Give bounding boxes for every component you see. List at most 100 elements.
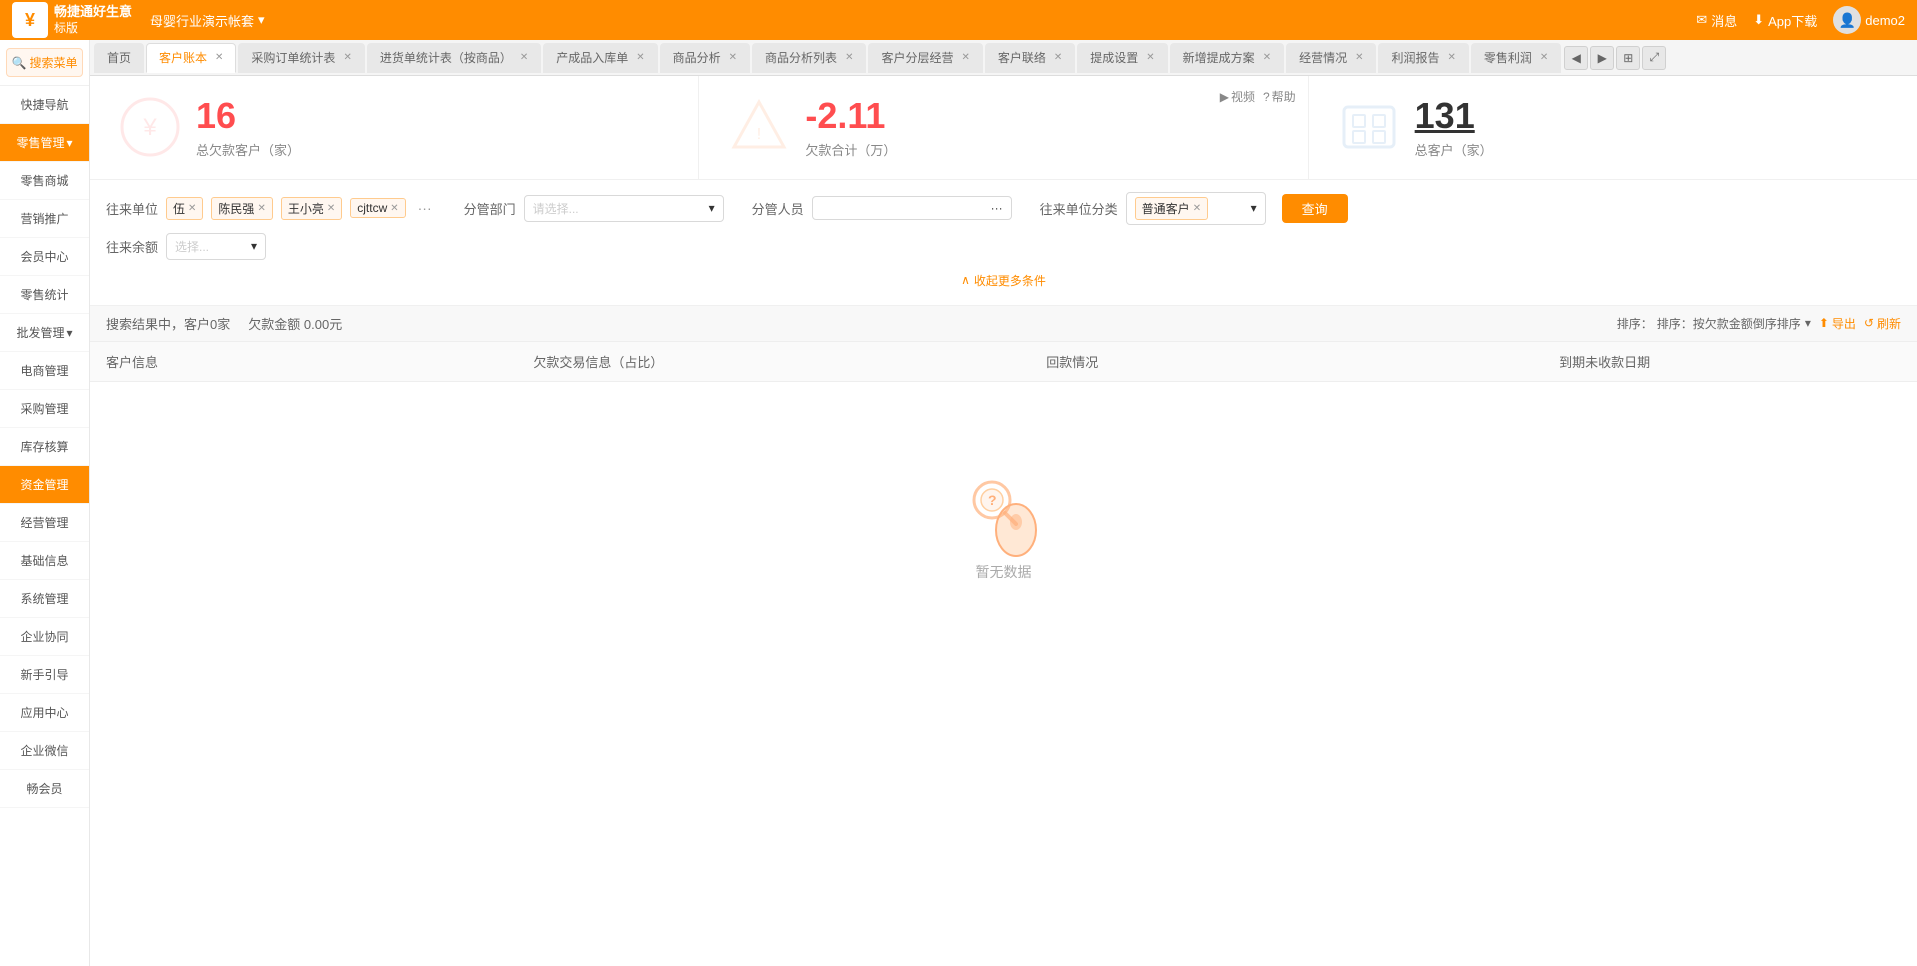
filter-tag-t4[interactable]: cjttcw ✕ xyxy=(350,198,405,218)
sidebar-item-ecommerce[interactable]: 电商管理 xyxy=(0,352,89,390)
tab-fullscreen-button[interactable]: ⤢ xyxy=(1642,46,1666,70)
search-menu-button[interactable]: 🔍 搜索菜单 xyxy=(6,48,83,77)
svg-text:?: ? xyxy=(988,492,997,508)
logo-text: 畅捷通好生意 标版 xyxy=(54,4,132,36)
remove-unit-type[interactable]: ✕ xyxy=(1193,203,1201,214)
filter-more-btn[interactable]: ··· xyxy=(414,198,436,218)
manual-help-button[interactable]: ? 帮助 xyxy=(1263,88,1296,105)
tab-close-customer-debt[interactable]: ✕ xyxy=(215,52,223,63)
sidebar-item-collab[interactable]: 企业协同 xyxy=(0,618,89,656)
video-help-button[interactable]: ▶ 视频 xyxy=(1220,88,1255,105)
tab-new-promotion[interactable]: 新增提成方案 ✕ xyxy=(1170,43,1284,73)
logo-icon: ¥ xyxy=(12,2,48,38)
sidebar-item-newbie[interactable]: 新手引导 xyxy=(0,656,89,694)
chevron-icon: ▾ xyxy=(66,326,72,340)
sidebar-item-inventory[interactable]: 库存核算 xyxy=(0,428,89,466)
tab-product-analysis[interactable]: 商品分析 ✕ xyxy=(660,43,750,73)
app-download-button[interactable]: ⬇ App下载 xyxy=(1753,11,1817,30)
remove-tag-t1[interactable]: ✕ xyxy=(188,203,196,214)
refresh-button[interactable]: ↺ 刷新 xyxy=(1864,315,1901,332)
query-button[interactable]: 查询 xyxy=(1282,194,1348,223)
tab-prev-button[interactable]: ◀ xyxy=(1564,46,1588,70)
tab-close-product-inbound[interactable]: ✕ xyxy=(636,52,644,63)
sidebar-item-system[interactable]: 系统管理 xyxy=(0,580,89,618)
sidebar-item-ops[interactable]: 经营管理 xyxy=(0,504,89,542)
sidebar-item-basic[interactable]: 基础信息 xyxy=(0,542,89,580)
sidebar-item-finance[interactable]: 资金管理 xyxy=(0,466,89,504)
user-menu[interactable]: 👤 demo2 xyxy=(1833,6,1905,34)
sidebar-item-retail[interactable]: 零售管理 ▾ xyxy=(0,124,89,162)
tab-close-business-overview[interactable]: ✕ xyxy=(1355,52,1363,63)
unit-type-filter-label: 往来单位分类 xyxy=(1040,199,1118,218)
sidebar-item-purchase[interactable]: 采购管理 xyxy=(0,390,89,428)
remove-tag-t2[interactable]: ✕ xyxy=(257,203,265,214)
sidebar-item-appcenter[interactable]: 应用中心 xyxy=(0,694,89,732)
sidebar-item-retail-stats[interactable]: 零售统计 xyxy=(0,276,89,314)
person-filter-label: 分管人员 xyxy=(752,199,804,218)
tab-product-analysis-list[interactable]: 商品分析列表 ✕ xyxy=(752,43,866,73)
summary-card-debt-total: ! -2.11 欠款合计（万） ▶ 视频 xyxy=(699,76,1308,179)
tab-purchase-order[interactable]: 采购订单统计表 ✕ xyxy=(238,43,364,73)
tab-customer-contact[interactable]: 客户联络 ✕ xyxy=(985,43,1075,73)
sidebar-item-member[interactable]: 会员中心 xyxy=(0,238,89,276)
export-button[interactable]: ⬆ 导出 xyxy=(1819,315,1856,332)
store-selector[interactable]: 母婴行业演示帐套 ▾ xyxy=(150,11,265,30)
tab-next-button[interactable]: ▶ xyxy=(1590,46,1614,70)
summary-card-debt-customers: ¥ 16 总欠款客户（家） xyxy=(90,76,699,179)
filter-tag-t3[interactable]: 王小亮 ✕ xyxy=(281,197,342,220)
col-header-date: 到期未收款日期 xyxy=(1559,352,1901,371)
filter-tag-t2[interactable]: 陈民强 ✕ xyxy=(211,197,272,220)
chevron-down-icon: ▾ xyxy=(1805,316,1811,330)
sidebar-item-retail-mall[interactable]: 零售商城 xyxy=(0,162,89,200)
person-select[interactable]: ··· xyxy=(812,196,1012,220)
tab-profit-report[interactable]: 利润报告 ✕ xyxy=(1378,43,1468,73)
sort-select[interactable]: 排序： 排序：按欠款金额倒序排序 ▾ xyxy=(1617,315,1811,332)
tab-close-profit-report[interactable]: ✕ xyxy=(1448,52,1456,63)
tab-close-new-promotion[interactable]: ✕ xyxy=(1263,52,1271,63)
svg-text:¥: ¥ xyxy=(142,114,157,141)
tab-close-customer-segment[interactable]: ✕ xyxy=(961,52,969,63)
result-actions: 排序： 排序：按欠款金额倒序排序 ▾ ⬆ 导出 ↺ 刷新 xyxy=(1617,315,1901,332)
tab-menu-button[interactable]: ⊞ xyxy=(1616,46,1640,70)
balance-select[interactable]: 选择... ▾ xyxy=(166,233,266,260)
download-icon: ⬇ xyxy=(1753,12,1764,28)
tab-customer-segment[interactable]: 客户分层经营 ✕ xyxy=(868,43,982,73)
sidebar-item-wholesale[interactable]: 批发管理 ▾ xyxy=(0,314,89,352)
tab-promotion-settings[interactable]: 提成设置 ✕ xyxy=(1077,43,1167,73)
sidebar-item-wecom[interactable]: 企业微信 xyxy=(0,732,89,770)
logo: ¥ 畅捷通好生意 标版 xyxy=(12,2,132,38)
sidebar-item-quicknav[interactable]: 快捷导航 xyxy=(0,86,89,124)
summary-card-total-customers: 131 总客户（家） xyxy=(1309,76,1917,179)
tab-customer-debt[interactable]: 客户账本 ✕ xyxy=(146,43,236,73)
empty-state: ? 暂无数据 xyxy=(90,382,1917,662)
result-bar: 搜索结果中，客户0家 欠款金额 0.00元 排序： 排序：按欠款金额倒序排序 ▾… xyxy=(90,306,1917,342)
dept-select[interactable]: 请选择... ▾ xyxy=(524,195,724,222)
result-info: 搜索结果中，客户0家 欠款金额 0.00元 xyxy=(106,314,342,333)
tab-home[interactable]: 首页 xyxy=(94,43,144,73)
data-table: 客户信息 欠款交易信息（占比） 回款情况 到期未收款日期 xyxy=(90,342,1917,662)
sidebar-item-vip[interactable]: 畅会员 xyxy=(0,770,89,808)
card-icon-debt: ¥ xyxy=(120,97,180,157)
unit-filter-label: 往来单位 xyxy=(106,199,158,218)
filter-tag-t1[interactable]: 伍 ✕ xyxy=(166,197,203,220)
remove-tag-t4[interactable]: ✕ xyxy=(390,203,398,214)
summary-cards: ¥ 16 总欠款客户（家） ! xyxy=(90,76,1917,180)
collapse-button[interactable]: ∧ 收起更多条件 xyxy=(106,268,1901,293)
tab-close-customer-contact[interactable]: ✕ xyxy=(1054,52,1062,63)
tab-close-product-analysis[interactable]: ✕ xyxy=(729,52,737,63)
remove-tag-t3[interactable]: ✕ xyxy=(327,203,335,214)
tab-product-inbound[interactable]: 产成品入库单 ✕ xyxy=(543,43,657,73)
tab-close-purchase-order[interactable]: ✕ xyxy=(343,52,351,63)
tab-close-product-analysis-list[interactable]: ✕ xyxy=(845,52,853,63)
balance-filter-label: 往来余额 xyxy=(106,237,158,256)
tab-close-inbound-stats[interactable]: ✕ xyxy=(520,52,528,63)
unit-type-select[interactable]: 普通客户 ✕ ▾ xyxy=(1126,192,1266,225)
chevron-down-icon: ▾ xyxy=(1251,201,1257,215)
tab-retail-profit[interactable]: 零售利润 ✕ xyxy=(1471,43,1561,73)
tab-close-promotion-settings[interactable]: ✕ xyxy=(1146,52,1154,63)
tab-inbound-stats[interactable]: 进货单统计表（按商品） ✕ xyxy=(367,43,541,73)
sidebar-item-marketing[interactable]: 营销推广 xyxy=(0,200,89,238)
tab-business-overview[interactable]: 经营情况 ✕ xyxy=(1286,43,1376,73)
tab-close-retail-profit[interactable]: ✕ xyxy=(1540,52,1548,63)
messages-button[interactable]: ✉ 消息 xyxy=(1696,11,1737,30)
